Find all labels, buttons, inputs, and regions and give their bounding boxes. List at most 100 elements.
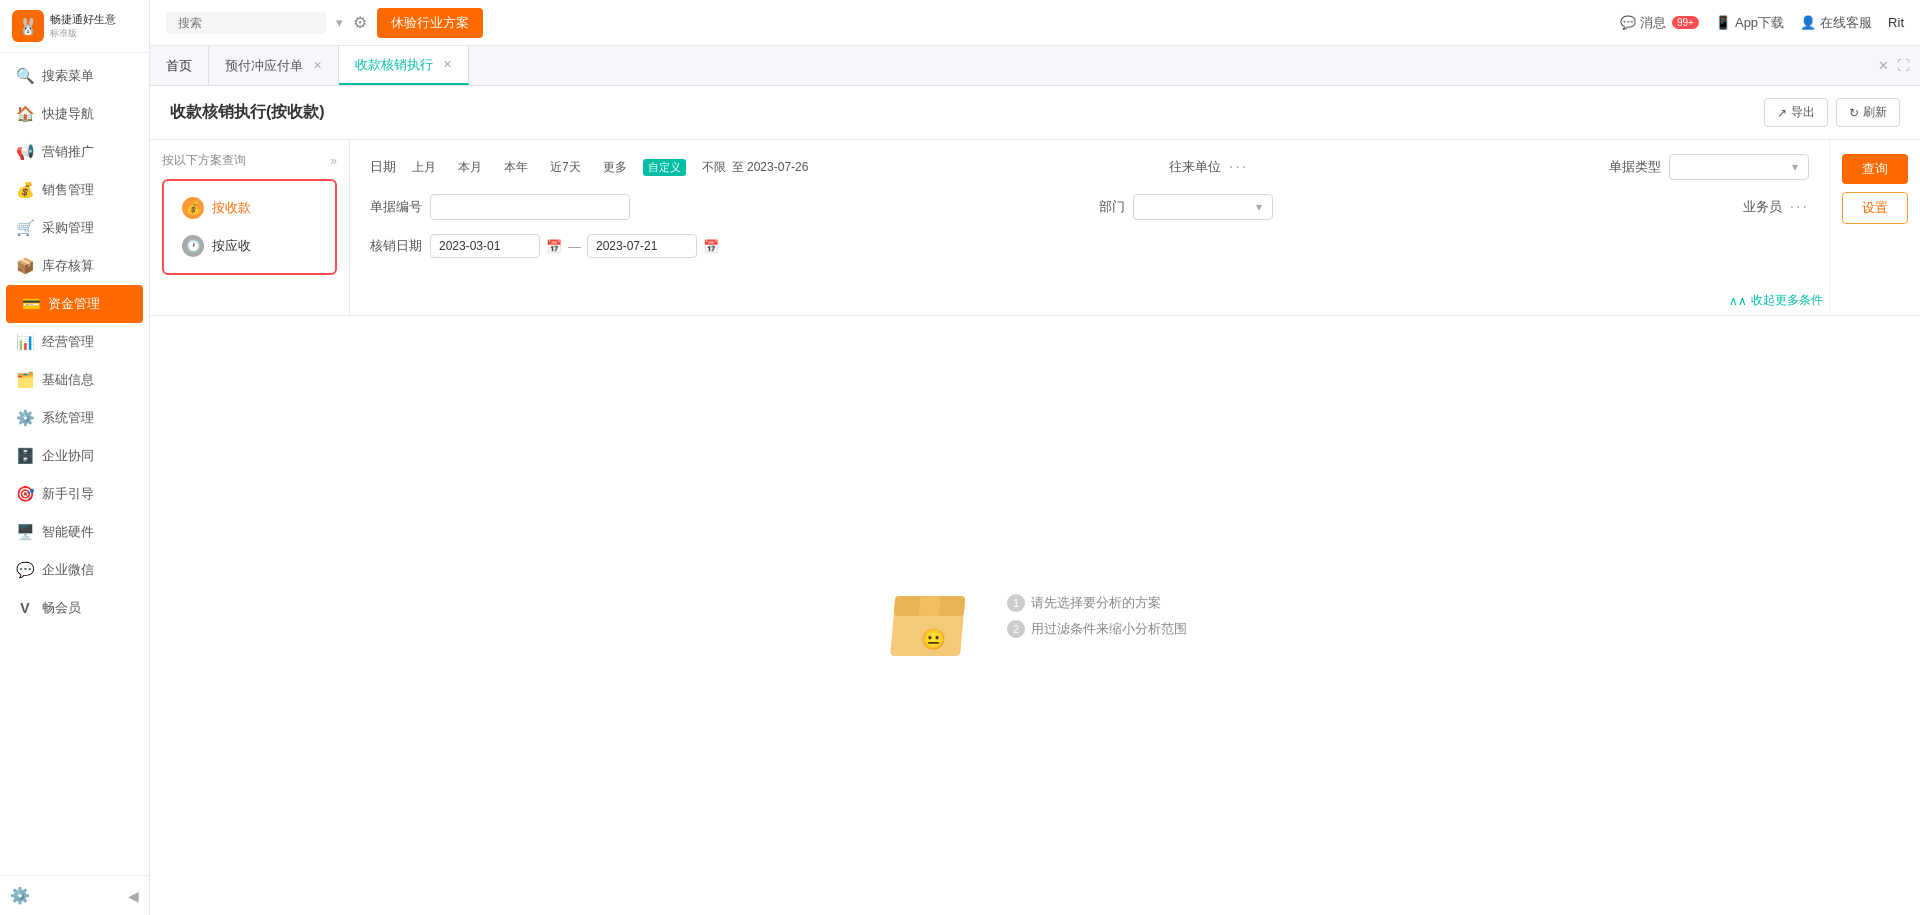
export-button[interactable]: ↗ 导出 [1764, 98, 1828, 127]
date-btn-last-month[interactable]: 上月 [404, 157, 444, 178]
sidebar-item-sales[interactable]: 💰 销售管理 [0, 171, 149, 209]
calendar-start-icon[interactable]: 📅 [546, 239, 562, 254]
app-download-button[interactable]: 📱 App下载 [1715, 14, 1784, 32]
query-button[interactable]: 查询 [1842, 154, 1908, 184]
filter-main-wrapper: 日期 上月 本月 本年 近7天 更多 自定义 不限 至 2023-07-26 [350, 140, 1829, 315]
svg-text:😐: 😐 [921, 627, 946, 651]
message-button[interactable]: 💬 消息 99+ [1620, 14, 1699, 32]
sidebar-item-member[interactable]: V 畅会员 [0, 589, 149, 627]
operations-icon: 📊 [16, 333, 34, 351]
sidebar-item-search[interactable]: 🔍 搜索菜单 [0, 57, 149, 95]
industry-solution-button[interactable]: 休验行业方案 [377, 8, 483, 38]
sidebar-item-enterprise-label: 企业协同 [42, 447, 94, 465]
close-prepay-tab-icon[interactable]: ✕ [313, 59, 322, 72]
filter-option-receivable-label: 按应收 [212, 237, 251, 255]
settings-icon[interactable]: ⚙️ [10, 886, 30, 905]
staff-picker-button[interactable]: ··· [1790, 198, 1809, 216]
filter-options: 💰 按收款 🕐 按应收 [162, 179, 337, 275]
search-icon: 🔍 [16, 67, 34, 85]
sidebar-item-basic-label: 基础信息 [42, 371, 94, 389]
sidebar-item-search-label: 搜索菜单 [42, 67, 94, 85]
filter-option-receipt-label: 按收款 [212, 199, 251, 217]
date-to-text: 至 2023-07-26 [732, 159, 809, 176]
date-btn-more[interactable]: 更多 [595, 157, 635, 178]
verify-date-field: 核销日期 📅 — 📅 [370, 234, 719, 258]
message-label: 消息 [1640, 14, 1666, 32]
chevron-down-icon: ▾ [1792, 160, 1798, 174]
logo-area: 🐰 畅捷通好生意 标准版 [0, 0, 149, 53]
filter-option-by-receivable[interactable]: 🕐 按应收 [172, 227, 327, 265]
app-badge: 标准版 [50, 27, 116, 40]
filter-option-by-receipt[interactable]: 💰 按收款 [172, 189, 327, 227]
close-tab-icon[interactable]: ✕ [1878, 58, 1889, 73]
settings-button[interactable]: 设置 [1842, 192, 1908, 224]
tab-receipt-verify[interactable]: 收款核销执行 ✕ [339, 46, 469, 85]
date-btn-7days[interactable]: 近7天 [542, 157, 589, 178]
sidebar-item-hardware[interactable]: 🖥️ 智能硬件 [0, 513, 149, 551]
filter-main: 日期 上月 本月 本年 近7天 更多 自定义 不限 至 2023-07-26 [350, 140, 1829, 286]
empty-text: 1 请先选择要分析的方案 2 用过滤条件来缩小分析范围 [1007, 590, 1187, 642]
topbar-left: ▾ ⚙ 休验行业方案 [166, 8, 483, 38]
dept-select[interactable]: ▾ [1133, 194, 1273, 220]
home-icon: 🏠 [16, 105, 34, 123]
tabbar: 首页 预付冲应付单 ✕ 收款核销执行 ✕ ✕ ⛶ [150, 46, 1920, 86]
collapse-filter-icon[interactable]: » [330, 154, 337, 168]
sidebar-item-marketing-label: 营销推广 [42, 143, 94, 161]
collapse-sidebar-icon[interactable]: ◀ [128, 888, 139, 904]
filter-area: 按以下方案查询 » 💰 按收款 🕐 按应收 日期 [150, 140, 1920, 316]
sidebar-bottom: ⚙️ ◀ [0, 875, 149, 915]
doc-type-field: 单据类型 ▾ [1609, 154, 1809, 180]
tab-home[interactable]: 首页 [150, 46, 209, 85]
sidebar-item-inventory-label: 库存核算 [42, 257, 94, 275]
user-info[interactable]: Rit [1888, 15, 1904, 30]
sidebar-item-system-label: 系统管理 [42, 409, 94, 427]
empty-svg: 😐 [883, 566, 993, 676]
sidebar-item-marketing[interactable]: 📢 营销推广 [0, 133, 149, 171]
verify-date-end-input[interactable] [587, 234, 697, 258]
topbar-search-input[interactable] [166, 12, 326, 34]
page-title: 收款核销执行(按收款) [170, 102, 325, 123]
tab-prepay[interactable]: 预付冲应付单 ✕ [209, 46, 339, 85]
calendar-end-icon[interactable]: 📅 [703, 239, 719, 254]
online-service-button[interactable]: 👤 在线客服 [1800, 14, 1872, 32]
verify-date-label: 核销日期 [370, 237, 422, 255]
sidebar-item-basic[interactable]: 🗂️ 基础信息 [0, 361, 149, 399]
counterpart-picker-button[interactable]: ··· [1229, 158, 1248, 176]
sidebar-item-system[interactable]: ⚙️ 系统管理 [0, 399, 149, 437]
chevron-down-icon[interactable]: ▾ [336, 15, 343, 30]
sidebar-item-shortcuts[interactable]: 🏠 快捷导航 [0, 95, 149, 133]
sidebar-item-member-label: 畅会员 [42, 599, 81, 617]
chevron-down-icon2: ▾ [1256, 200, 1262, 214]
sidebar-item-inventory[interactable]: 📦 库存核算 [0, 247, 149, 285]
close-receipt-tab-icon[interactable]: ✕ [443, 58, 452, 71]
hardware-icon: 🖥️ [16, 523, 34, 541]
doc-number-input[interactable] [430, 194, 630, 220]
doc-type-select[interactable]: ▾ [1669, 154, 1809, 180]
verify-date-start-input[interactable] [430, 234, 540, 258]
date-btn-this-year[interactable]: 本年 [496, 157, 536, 178]
sidebar-item-purchase[interactable]: 🛒 采购管理 [0, 209, 149, 247]
refresh-icon: ↻ [1849, 106, 1859, 120]
refresh-button[interactable]: ↻ 刷新 [1836, 98, 1900, 127]
empty-illustration: 😐 [883, 566, 983, 666]
counterpart-field: 往来单位 ··· [1169, 158, 1248, 176]
sidebar-item-finance-label: 资金管理 [48, 295, 100, 313]
collapse-up-icon: ∧∧ [1729, 294, 1747, 308]
collapse-more-button[interactable]: ∧∧ 收起更多条件 [350, 286, 1829, 315]
sidebar-item-operations[interactable]: 📊 经营管理 [0, 323, 149, 361]
tab-prepay-label: 预付冲应付单 [225, 57, 303, 75]
sidebar-item-enterprise[interactable]: 🗄️ 企业协同 [0, 437, 149, 475]
gear-icon[interactable]: ⚙ [353, 13, 367, 32]
sidebar-item-wechat[interactable]: 💬 企业微信 [0, 551, 149, 589]
sidebar-item-hardware-label: 智能硬件 [42, 523, 94, 541]
app-label: App下载 [1735, 14, 1784, 32]
date-custom-tag[interactable]: 自定义 [643, 159, 686, 176]
sidebar-item-finance[interactable]: 💳 资金管理 [6, 285, 143, 323]
maximize-icon[interactable]: ⛶ [1897, 58, 1910, 73]
date-field: 日期 上月 本月 本年 近7天 更多 自定义 [370, 157, 686, 178]
sidebar-item-guide[interactable]: 🎯 新手引导 [0, 475, 149, 513]
date-btn-this-month[interactable]: 本月 [450, 157, 490, 178]
doc-number-label: 单据编号 [370, 198, 422, 216]
staff-label: 业务员 [1743, 198, 1782, 216]
purchase-icon: 🛒 [16, 219, 34, 237]
